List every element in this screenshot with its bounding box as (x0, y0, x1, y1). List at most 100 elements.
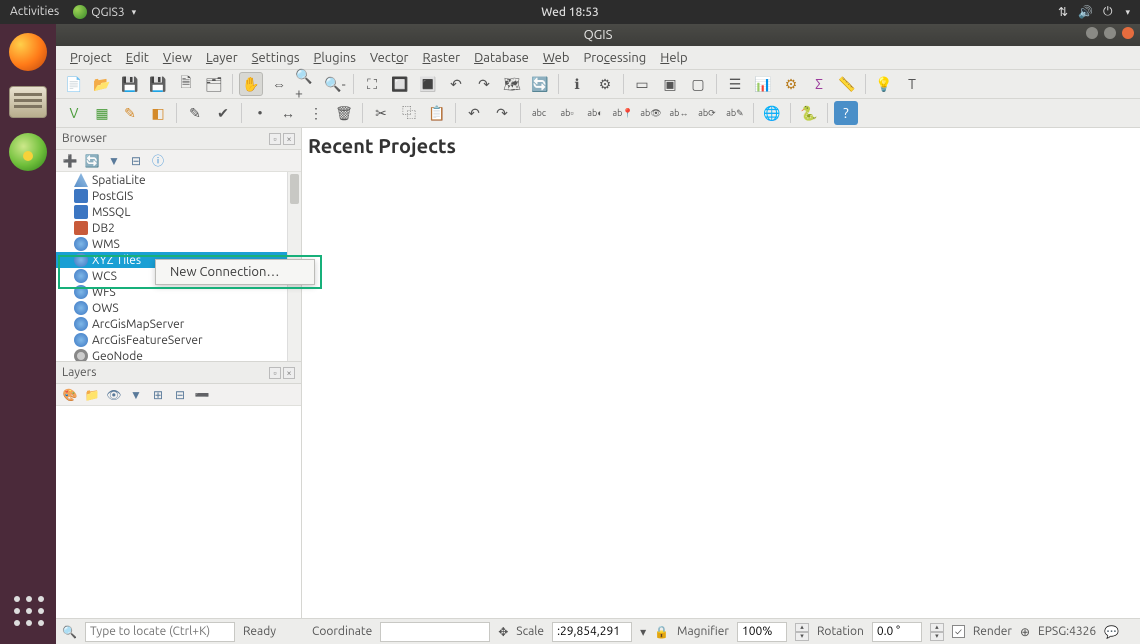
maximize-button[interactable] (1104, 27, 1116, 39)
save-edits-icon[interactable]: ✔ (211, 101, 235, 125)
menu-raster[interactable]: Raster (416, 49, 466, 67)
magnifier-spinner[interactable]: ▴▾ (795, 623, 809, 641)
extents-icon[interactable]: ✥ (498, 625, 508, 639)
collapse-all-icon[interactable]: ⊟ (172, 387, 188, 403)
layers-tree[interactable] (56, 406, 301, 618)
menu-plugins[interactable]: Plugins (308, 49, 362, 67)
qgis-app-icon[interactable] (6, 130, 50, 174)
add-layer-icon[interactable]: ➕ (62, 153, 78, 169)
cut-icon[interactable]: ✂ (369, 101, 393, 125)
power-icon[interactable]: ⏻ (1103, 5, 1113, 19)
select-by-icon[interactable]: ▣ (658, 72, 682, 96)
field-calc-icon[interactable]: 📊 (751, 72, 775, 96)
zoom-in-icon[interactable]: 🔍+ (295, 72, 319, 96)
stats-icon[interactable]: Σ (807, 72, 831, 96)
zoom-last-icon[interactable]: ↶ (444, 72, 468, 96)
label-show-icon[interactable]: ab👁 (639, 101, 663, 125)
epsg-label[interactable]: EPSG:4326 (1038, 625, 1096, 638)
new-project-icon[interactable]: 📄 (62, 72, 86, 96)
add-raster-icon[interactable]: ▦ (90, 101, 114, 125)
dropdown-icon[interactable]: ▾ (640, 625, 646, 639)
open-project-icon[interactable]: 📂 (90, 72, 114, 96)
messages-icon[interactable]: 💬 (1104, 625, 1119, 639)
redo-icon[interactable]: ↷ (490, 101, 514, 125)
python-icon[interactable]: 🐍 (797, 101, 821, 125)
menu-layer[interactable]: Layer (200, 49, 244, 67)
style-icon[interactable]: 🎨 (62, 387, 78, 403)
delete-icon[interactable]: 🗑 (332, 101, 356, 125)
pan-icon[interactable]: ✋ (239, 72, 263, 96)
zoom-layer-icon[interactable]: 🔳 (416, 72, 440, 96)
paste-icon[interactable]: 📋 (425, 101, 449, 125)
action-icon[interactable]: ⚙ (593, 72, 617, 96)
refresh-browser-icon[interactable]: 🔄 (84, 153, 100, 169)
menu-help[interactable]: Help (654, 49, 693, 67)
add-feature-icon[interactable]: • (248, 101, 272, 125)
menu-web[interactable]: Web (537, 49, 576, 67)
apps-grid-icon[interactable] (14, 596, 46, 628)
manage-visibility-icon[interactable]: 👁 (106, 387, 122, 403)
map-canvas[interactable]: Recent Projects (302, 128, 1140, 618)
help-icon[interactable]: ? (834, 101, 858, 125)
menu-view[interactable]: View (157, 49, 198, 67)
rotation-spinner[interactable]: ▴▾ (930, 623, 944, 641)
measure-icon[interactable]: 📏 (835, 72, 859, 96)
magnifier-input[interactable] (737, 622, 787, 642)
panel-close-icon[interactable]: × (283, 367, 295, 379)
rotation-input[interactable] (872, 622, 922, 642)
app-menu[interactable]: QGIS3▾ (73, 5, 136, 19)
save-icon[interactable]: 💾 (118, 72, 142, 96)
zoom-out-icon[interactable]: 🔍- (323, 72, 347, 96)
properties-icon[interactable]: ⓘ (150, 153, 166, 169)
expand-icon[interactable]: ⊞ (150, 387, 166, 403)
new-layout-icon[interactable]: 🗎 (174, 72, 198, 96)
crs-icon[interactable]: ⊕ (1020, 625, 1030, 639)
locator-input[interactable] (85, 622, 235, 642)
refresh-icon[interactable]: 🔄 (528, 72, 552, 96)
close-button[interactable] (1122, 27, 1134, 39)
network-icon[interactable]: ⇅ (1058, 5, 1068, 19)
firefox-icon[interactable] (6, 30, 50, 74)
lock-icon[interactable]: 🔒 (654, 625, 669, 639)
menu-database[interactable]: Database (468, 49, 535, 67)
deselect-icon[interactable]: ▢ (686, 72, 710, 96)
filter-icon[interactable]: ▼ (106, 153, 122, 169)
context-menu-new-connection[interactable]: New Connection… (156, 260, 314, 284)
collapse-icon[interactable]: ⊟ (128, 153, 144, 169)
add-vector-icon[interactable]: V (62, 101, 86, 125)
menu-settings[interactable]: Settings (246, 49, 306, 67)
volume-icon[interactable]: 🔊 (1078, 5, 1093, 19)
zoom-next-icon[interactable]: ↷ (472, 72, 496, 96)
undo-icon[interactable]: ↶ (462, 101, 486, 125)
chevron-down-icon[interactable]: ▾ (1125, 7, 1130, 18)
activities-button[interactable]: Activities (10, 5, 59, 19)
zoom-selection-icon[interactable]: 🔲 (388, 72, 412, 96)
move-feature-icon[interactable]: ↔ (276, 101, 300, 125)
minimize-button[interactable] (1086, 27, 1098, 39)
identify-icon[interactable]: ℹ (565, 72, 589, 96)
remove-layer-icon[interactable]: ➖ (194, 387, 210, 403)
menu-processing[interactable]: Processing (577, 49, 652, 67)
toolbox-icon[interactable]: ⚙ (779, 72, 803, 96)
new-shapefile-icon[interactable]: ✎ (118, 101, 142, 125)
panel-float-icon[interactable]: ▫ (269, 133, 281, 145)
scale-input[interactable] (552, 622, 632, 642)
file-manager-icon[interactable] (6, 80, 50, 124)
tips-icon[interactable]: 💡 (872, 72, 896, 96)
copy-icon[interactable]: ⿻ (397, 101, 421, 125)
menu-project[interactable]: Project (64, 49, 118, 67)
coordinate-input[interactable] (380, 622, 490, 642)
label-diagram-icon[interactable]: ab◐ (583, 101, 607, 125)
menu-edit[interactable]: Edit (120, 49, 155, 67)
filter-legend-icon[interactable]: ▼ (128, 387, 144, 403)
save-as-icon[interactable]: 💾 (146, 72, 170, 96)
render-checkbox[interactable]: ✓ (952, 625, 965, 638)
new-map-view-icon[interactable]: 🗺 (500, 72, 524, 96)
label-move-icon[interactable]: ab↔ (667, 101, 691, 125)
pan-to-selection-icon[interactable]: ⇔ (267, 72, 291, 96)
select-icon[interactable]: ▭ (630, 72, 654, 96)
panel-close-icon[interactable]: × (283, 133, 295, 145)
label-pin-icon[interactable]: ab📍 (611, 101, 635, 125)
menu-vector[interactable]: Vector (364, 49, 415, 67)
layout-manager-icon[interactable]: 🗂 (202, 72, 226, 96)
